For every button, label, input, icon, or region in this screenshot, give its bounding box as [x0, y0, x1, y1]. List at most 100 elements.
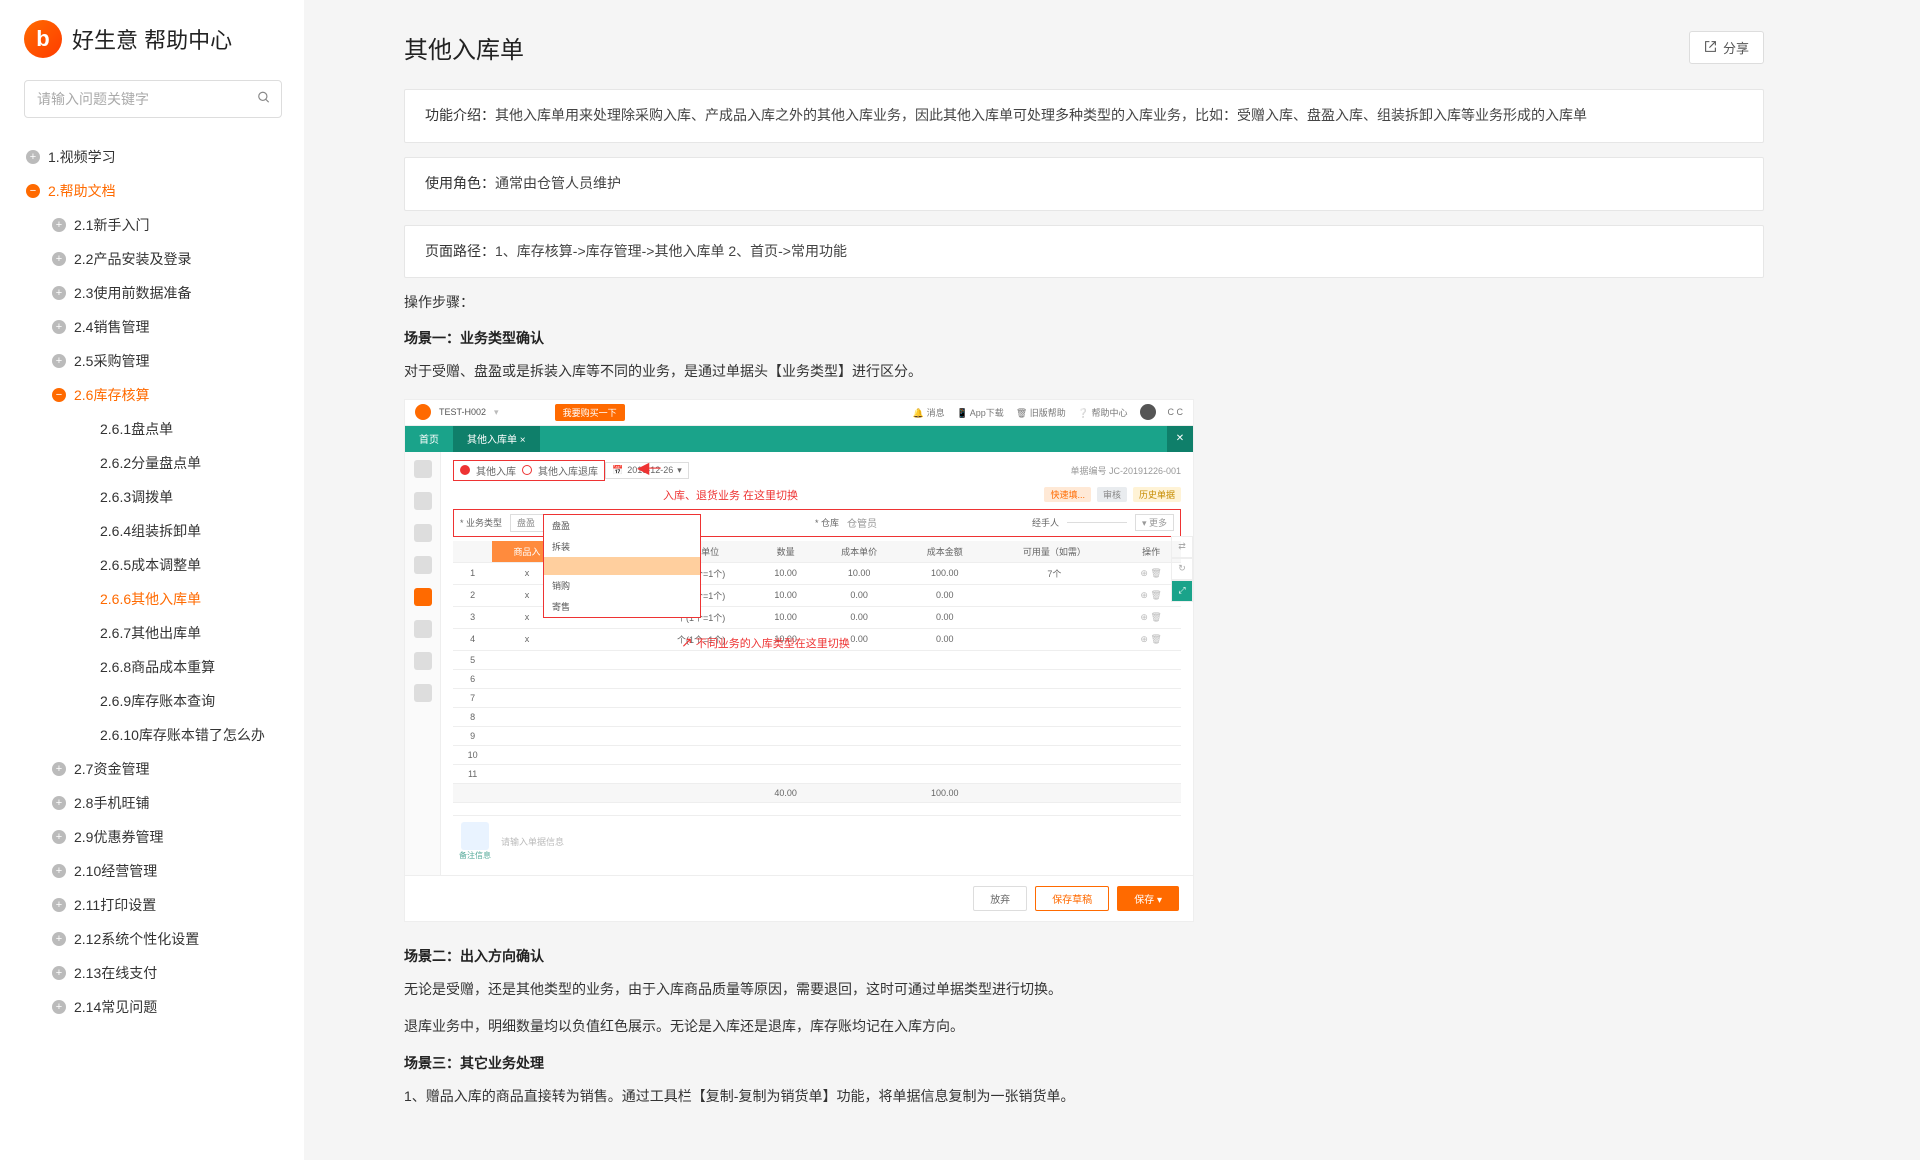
nav-label: 1.视频学习 — [48, 147, 116, 167]
nav-item[interactable]: 2.6.3调拨单 — [24, 480, 304, 514]
nav-item[interactable]: 2.6.5成本调整单 — [24, 548, 304, 582]
shot-chevron-down-icon: ▾ — [677, 465, 682, 476]
nav-item[interactable]: +2.14常见问题 — [24, 990, 304, 1024]
collapse-icon: − — [50, 386, 68, 404]
search-box[interactable] — [24, 80, 282, 118]
nav-tree: +1.视频学习−2.帮助文档+2.1新手入门+2.2产品安装及登录+2.3使用前… — [24, 140, 304, 1024]
shot-save-button: 保存 ▾ — [1117, 886, 1179, 911]
shot-side-icon-active — [414, 588, 432, 606]
nav-item[interactable]: +2.11打印设置 — [24, 888, 304, 922]
shot-tag1: 快速填... — [1044, 487, 1091, 502]
nav-label: 2.8手机旺铺 — [74, 793, 149, 813]
nav-item[interactable]: 2.6.2分量盘点单 — [24, 446, 304, 480]
page-header: 其他入库单 分享 — [404, 30, 1764, 65]
shot-msg-icon: 🔔 消息 — [913, 406, 945, 419]
shot-radio2-icon — [522, 465, 532, 475]
shot-oldhelp-icon: 🗑 旧版帮助 — [1016, 406, 1066, 419]
nav-item[interactable]: −2.6库存核算 — [24, 378, 304, 412]
nav-item[interactable]: 2.6.4组装拆卸单 — [24, 514, 304, 548]
search-input[interactable] — [25, 81, 281, 117]
nav-item[interactable]: 2.6.7其他出库单 — [24, 616, 304, 650]
nav-item[interactable]: +2.13在线支付 — [24, 956, 304, 990]
nav-spacer — [76, 488, 94, 506]
expand-icon: + — [50, 284, 68, 302]
scenario3-title: 场景三：其它业务处理 — [404, 1053, 1764, 1073]
shot-radio1-label: 其他入库 — [476, 463, 516, 478]
shot-tab-close-icon: ✕ — [1167, 426, 1193, 452]
role-text: 通常由仓管人员维护 — [495, 175, 621, 191]
shot-buy-button: 我要购买一下 — [555, 404, 625, 421]
shot-calendar-icon: 📅 — [612, 465, 623, 476]
shot-tag2: 审核 — [1097, 487, 1127, 502]
nav-label: 2.帮助文档 — [48, 181, 116, 201]
expand-icon: + — [50, 964, 68, 982]
scenario2-title: 场景二：出入方向确认 — [404, 946, 1764, 966]
expand-icon: + — [50, 352, 68, 370]
nav-item[interactable]: 2.6.10库存账本错了怎么办 — [24, 718, 304, 752]
nav-item[interactable]: +2.5采购管理 — [24, 344, 304, 378]
expand-icon: + — [50, 794, 68, 812]
expand-icon: + — [50, 828, 68, 846]
shot-side-icon2 — [414, 492, 432, 510]
shot-radio-group: 其他入库 其他入库退库 — [453, 460, 605, 481]
nav-item[interactable]: +2.3使用前数据准备 — [24, 276, 304, 310]
nav-item[interactable]: −2.帮助文档 — [24, 174, 304, 208]
nav-item[interactable]: +2.2产品安装及登录 — [24, 242, 304, 276]
nav-label: 2.13在线支付 — [74, 963, 157, 983]
shot-side-icon6 — [414, 620, 432, 638]
nav-spacer — [76, 556, 94, 574]
shot-doc-no: 单据编号 JC-20191226-001 — [1070, 464, 1181, 477]
nav-spacer — [76, 726, 94, 744]
shot-help-icon: ❔ 帮助中心 — [1078, 406, 1128, 419]
share-button[interactable]: 分享 — [1689, 31, 1764, 64]
nav-label: 2.11打印设置 — [74, 895, 156, 915]
nav-item[interactable]: +2.8手机旺铺 — [24, 786, 304, 820]
shot-right-tags: 快速填... 审核 历史单据 — [1044, 487, 1181, 502]
shot-tab-current: 其他入库单 × — [453, 426, 540, 452]
path-text: 1、库存核算->库存管理->其他入库单 2、首页->常用功能 — [495, 243, 847, 259]
shot-stf-input — [1067, 522, 1127, 523]
shot-tool3-icon: ⤢ — [1171, 580, 1193, 602]
nav-item[interactable]: +2.7资金管理 — [24, 752, 304, 786]
nav-label: 2.2产品安装及登录 — [74, 249, 191, 269]
shot-username: C C — [1168, 407, 1184, 417]
nav-label: 2.6库存核算 — [74, 385, 149, 405]
shot-draft-button: 保存草稿 — [1035, 886, 1109, 911]
shot-remark-icon — [461, 822, 489, 850]
scenario3-text: 1、赠品入库的商品直接转为销售。通过工具栏【复制-复制为销货单】功能，将单据信息… — [404, 1083, 1764, 1110]
search-icon[interactable] — [257, 91, 271, 108]
nav-item[interactable]: 2.6.8商品成本重算 — [24, 650, 304, 684]
expand-icon: + — [50, 760, 68, 778]
shot-side-icon1 — [414, 460, 432, 478]
shot-tab-home: 首页 — [405, 426, 453, 452]
nav-spacer — [76, 522, 94, 540]
nav-spacer — [76, 624, 94, 642]
nav-item[interactable]: +2.12系统个性化设置 — [24, 922, 304, 956]
app-title: 好生意 帮助中心 — [72, 23, 232, 55]
path-block: 页面路径：1、库存核算->库存管理->其他入库单 2、首页->常用功能 — [404, 225, 1764, 279]
collapse-icon: − — [24, 182, 42, 200]
shot-footer: 放弃 保存草稿 保存 ▾ — [405, 875, 1193, 921]
shot-avatar-icon — [1140, 404, 1156, 420]
nav-item[interactable]: +2.4销售管理 — [24, 310, 304, 344]
nav-label: 2.6.2分量盘点单 — [100, 453, 201, 473]
shot-tool1-icon: ⇄ — [1171, 536, 1193, 558]
nav-item[interactable]: +2.10经营管理 — [24, 854, 304, 888]
nav-label: 2.6.9库存账本查询 — [100, 691, 215, 711]
share-label: 分享 — [1723, 38, 1749, 57]
shot-wh-value: 仓管员 — [847, 515, 877, 530]
scenario1-text: 对于受赠、盘盈或是拆装入库等不同的业务，是通过单据头【业务类型】进行区分。 — [404, 358, 1764, 385]
nav-item[interactable]: +2.1新手入门 — [24, 208, 304, 242]
nav-item[interactable]: +1.视频学习 — [24, 140, 304, 174]
shot-cancel-button: 放弃 — [973, 886, 1027, 911]
shot-db-name: TEST-H002 — [439, 407, 486, 417]
nav-item[interactable]: 2.6.1盘点单 — [24, 412, 304, 446]
nav-item[interactable]: +2.9优惠券管理 — [24, 820, 304, 854]
shot-annotation2: ↗ 不同业务的入库类型在这里切换 — [681, 634, 850, 651]
nav-item[interactable]: 2.6.9库存账本查询 — [24, 684, 304, 718]
shot-radio1-icon — [460, 465, 470, 475]
shot-remark-row: 备注信息 请输入单据信息 — [453, 815, 1181, 867]
page-title: 其他入库单 — [404, 30, 524, 65]
shot-wh-label: * 仓库 — [815, 516, 839, 529]
nav-item[interactable]: 2.6.6其他入库单 — [24, 582, 304, 616]
